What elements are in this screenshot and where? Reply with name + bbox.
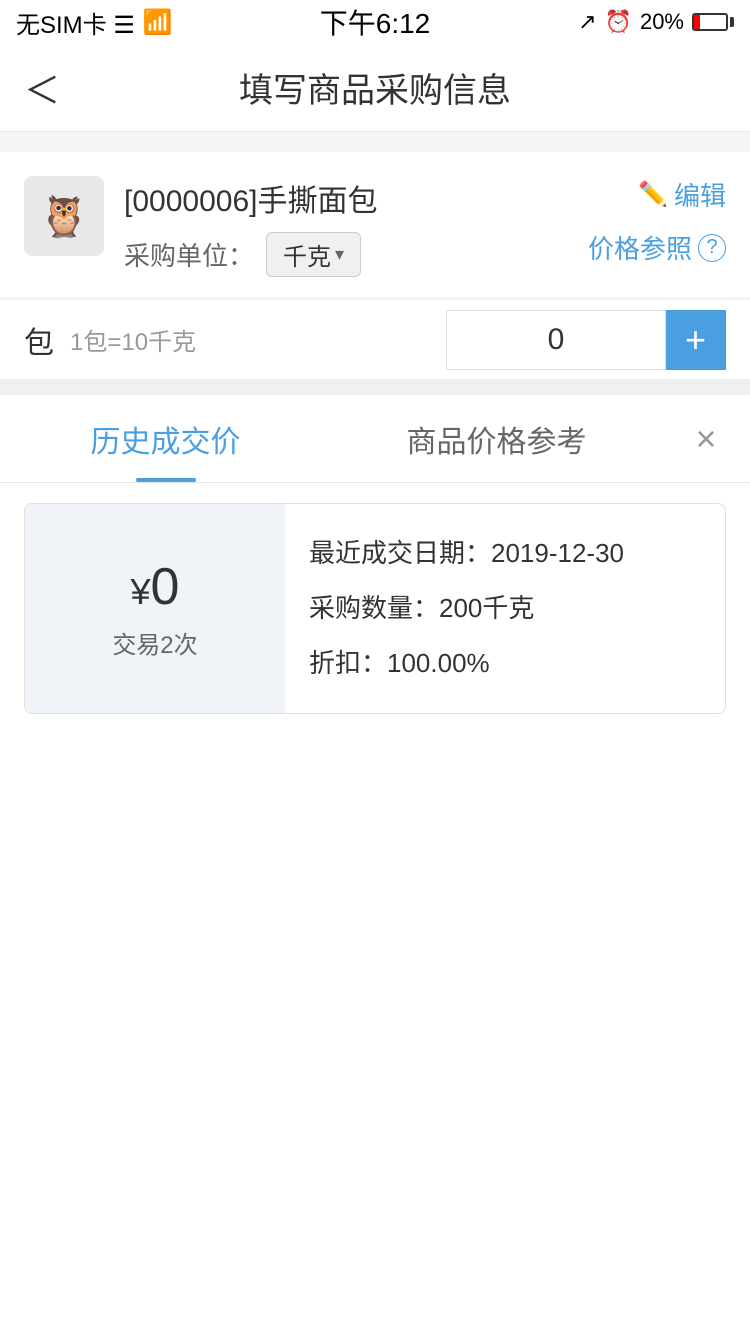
purchase-qty-label: 采购数量： xyxy=(309,593,439,623)
unit-dropdown-icon: ▾ xyxy=(335,244,344,265)
quantity-row: 包 1包=10千克 + xyxy=(0,299,750,379)
battery-icon xyxy=(692,13,734,31)
edit-button[interactable]: ✏️ 编辑 xyxy=(638,176,726,213)
price-card: ¥0 交易2次 最近成交日期：2019-12-30 采购数量：200千克 折扣：… xyxy=(24,503,726,714)
product-name: [0000006]手撕面包 xyxy=(124,176,377,220)
bottom-area xyxy=(0,734,750,1334)
tab-close-button[interactable]: × xyxy=(662,395,750,482)
back-button[interactable]: ＜ xyxy=(24,62,60,114)
location-icon: ↗ xyxy=(578,9,596,35)
product-image: 🦉 xyxy=(24,176,104,256)
qty-hint: 1包=10千克 xyxy=(70,322,196,357)
tab-history-price[interactable]: 历史成交价 xyxy=(0,395,331,482)
price-amount: ¥0 xyxy=(131,557,180,617)
qty-controls: + xyxy=(446,310,726,370)
history-list: ¥0 交易2次 最近成交日期：2019-12-30 采购数量：200千克 折扣：… xyxy=(0,483,750,734)
recent-date-value: 2019-12-30 xyxy=(491,538,624,568)
status-right: ↗ ⏰ 20% xyxy=(578,9,734,35)
product-unit-row: 采购单位： 千克 ▾ xyxy=(124,232,377,277)
recent-date-label: 最近成交日期： xyxy=(309,538,491,568)
price-ref-help-icon: ? xyxy=(698,234,726,262)
qty-plus-button[interactable]: + xyxy=(666,310,726,370)
recent-date-row: 最近成交日期：2019-12-30 xyxy=(309,534,701,573)
tabs-container: 历史成交价 商品价格参考 × ¥0 交易2次 最近成交日期：2019-12-30… xyxy=(0,395,750,734)
nav-bar: ＜ 填写商品采购信息 xyxy=(0,44,750,132)
carrier-label: 无SIM卡 ☰ xyxy=(16,5,135,40)
edit-label: 编辑 xyxy=(674,176,726,213)
status-left: 无SIM卡 ☰ 📶 xyxy=(16,5,173,40)
price-card-left: ¥0 交易2次 xyxy=(25,504,285,713)
price-ref-label: 价格参照 xyxy=(588,229,692,266)
alarm-icon: ⏰ xyxy=(605,9,632,35)
discount-value: 100.00% xyxy=(387,648,490,678)
status-bar: 无SIM卡 ☰ 📶 下午6:12 ↗ ⏰ 20% xyxy=(0,0,750,44)
wifi-icon: 📶 xyxy=(143,8,173,37)
discount-label: 折扣： xyxy=(309,648,387,678)
edit-icon: ✏️ xyxy=(638,180,668,209)
qty-input[interactable] xyxy=(446,310,666,370)
trade-count: 交易2次 xyxy=(112,625,197,660)
unit-value: 千克 xyxy=(283,237,331,272)
discount-row: 折扣：100.00% xyxy=(309,644,701,683)
product-card: 🦉 [0000006]手撕面包 采购单位： 千克 ▾ ✏️ 编辑 价格参照 xyxy=(0,152,750,297)
purchase-qty-row: 采购数量：200千克 xyxy=(309,589,701,628)
price-ref-button[interactable]: 价格参照 ? xyxy=(588,229,726,266)
status-time: 下午6:12 xyxy=(320,2,431,42)
product-logo-icon: 🦉 xyxy=(39,193,89,240)
purchase-qty-value: 200千克 xyxy=(439,593,534,623)
section-divider xyxy=(0,379,750,395)
product-info: [0000006]手撕面包 采购单位： 千克 ▾ xyxy=(124,176,377,277)
page-title: 填写商品采购信息 xyxy=(239,63,511,112)
qty-label: 包 xyxy=(24,318,54,362)
battery-percent: 20% xyxy=(640,9,684,35)
unit-select[interactable]: 千克 ▾ xyxy=(266,232,361,277)
tabs-header: 历史成交价 商品价格参考 × xyxy=(0,395,750,483)
price-currency: ¥ xyxy=(131,571,151,612)
price-card-right: 最近成交日期：2019-12-30 采购数量：200千克 折扣：100.00% xyxy=(285,504,725,713)
tab-price-reference[interactable]: 商品价格参考 xyxy=(331,395,662,482)
unit-label: 采购单位： xyxy=(124,236,254,273)
